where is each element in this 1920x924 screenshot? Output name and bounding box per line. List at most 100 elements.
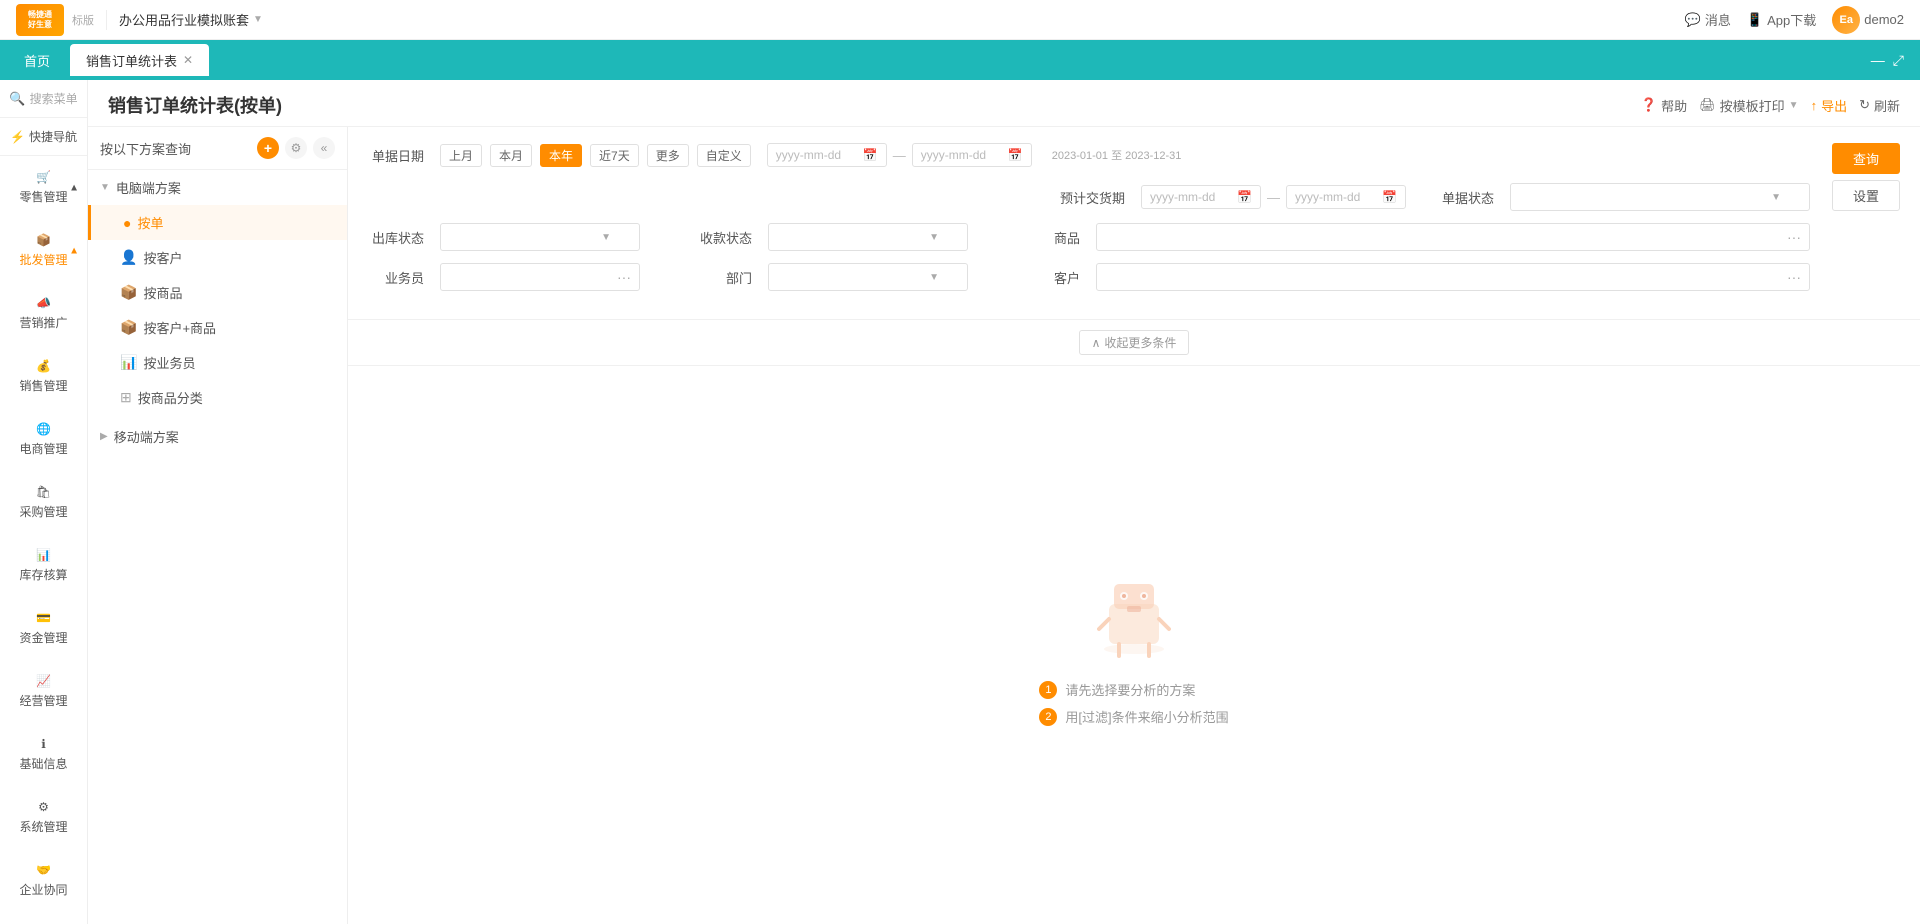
system-icon: ⚙ [38,800,49,814]
scheme-item-by-product-category[interactable]: ⊞ 按商品分类 [88,380,347,415]
tab-maximize-icon[interactable]: ⤢ [1893,52,1904,69]
finance-label: 资金管理 [19,629,67,646]
expected-date-to-input[interactable]: yyyy-mm-dd 📅 [1286,185,1406,209]
payment-status-select[interactable]: ▼ [768,223,968,251]
filter-row-3: 业务员 ··· 部门 ▼ 客户 ··· [368,263,1810,291]
scheme-header-title: 按以下方案查询 [100,139,191,158]
scheme-add-btn[interactable]: + [257,137,279,159]
right-filters-row1: 预计交货期 yyyy-mm-dd 📅 — yyyy-mm-dd 📅 [1055,183,1810,211]
collapse-label: 收起更多条件 [1104,334,1176,351]
date-btn-last-month[interactable]: 上月 [440,144,482,167]
scheme-item-by-order[interactable]: ● 按单 [88,205,347,240]
message-btn[interactable]: 💬 消息 [1685,10,1731,29]
topbar-right: 💬 消息 📱 App下载 Ea demo2 [1685,6,1904,34]
print-btn[interactable]: 🖨 按模板打印 ▼ [1699,96,1798,115]
help-btn[interactable]: ❓ 帮助 [1641,96,1687,115]
salesperson-more-icon: ··· [617,269,631,285]
user-menu[interactable]: Ea demo2 [1832,6,1904,34]
app-download-btn[interactable]: 📱 App下载 [1747,10,1816,29]
scheme-item-by-customer-product[interactable]: 📦 按客户+商品 [88,310,347,345]
scheme-settings-btn[interactable]: ⚙ [285,137,307,159]
calendar-to-icon: 📅 [1008,148,1023,162]
sidebar-item-ecommerce[interactable]: 🌐 电商管理 [0,408,87,471]
sidebar-item-newbie[interactable]: 🌟 新手引导 [0,912,87,924]
message-icon: 💬 [1685,12,1701,28]
export-btn[interactable]: ↑ 导出 [1811,96,1848,115]
scheme-item-by-customer[interactable]: 👤 按客户 [88,240,347,275]
search-icon: 🔍 [9,91,25,107]
query-btn-area: 查询 设置 [1832,143,1900,211]
marketing-icon: 📣 [36,296,51,310]
app-icon: 📱 [1747,12,1763,28]
sidebar-quick-nav[interactable]: ⚡ 快捷导航 [0,118,87,156]
tabbar-actions: — ⤢ [1871,52,1904,69]
scheme-item-by-salesperson[interactable]: 📊 按业务员 [88,345,347,380]
product-more-icon: ··· [1787,229,1801,245]
expected-from-placeholder: yyyy-mm-dd [1150,190,1215,204]
sidebar-item-system[interactable]: ⚙ 系统管理 [0,786,87,849]
sidebar-item-operations[interactable]: 📈 经营管理 [0,660,87,723]
date-btn-custom[interactable]: 自定义 [697,144,751,167]
refresh-btn[interactable]: ↻ 刷新 [1859,96,1900,115]
empty-state: 1 请先选择要分析的方案 2 用[过滤]条件来缩小分析范围 [348,366,1920,924]
shipment-status-select[interactable]: ▼ [440,223,640,251]
date-btn-this-month[interactable]: 本月 [490,144,532,167]
payment-status-label: 收款状态 [696,228,752,247]
product-input[interactable]: ··· [1096,223,1810,251]
purchase-icon: 🛍 [36,485,51,499]
split-layout: 按以下方案查询 + ⚙ « ▼ 电脑端方案 ● 按单 [88,127,1920,924]
date-btn-more[interactable]: 更多 [647,144,689,167]
scheme-item-by-product[interactable]: 📦 按商品 [88,275,347,310]
by-order-icon: ● [123,215,131,231]
sidebar-item-retail[interactable]: 🛒 零售管理 ▲ [0,156,87,219]
date-quick-btns: 上月 本月 本年 近7天 更多 自定义 [440,144,751,167]
tip-2-text: 用[过滤]条件来缩小分析范围 [1065,707,1228,726]
sidebar-item-basic[interactable]: ℹ 基础信息 [0,723,87,786]
scheme-section: ▼ 电脑端方案 ● 按单 👤 按客户 📦 按商品 [88,170,347,454]
tab-sales-order-stats[interactable]: 销售订单统计表 ✕ [70,44,209,76]
customer-input[interactable]: ··· [1096,263,1810,291]
page-actions: ❓ 帮助 🖨 按模板打印 ▼ ↑ 导出 ↻ 刷新 [1641,96,1900,115]
export-label: 导出 [1821,96,1847,115]
tab-home[interactable]: 首页 [8,44,66,76]
sidebar-item-marketing[interactable]: 📣 营销推广 [0,282,87,345]
quick-nav-icon: ⚡ [10,130,25,144]
sales-order-tab-label: 销售订单统计表 [86,51,177,70]
customer-label: 客户 [1024,268,1080,287]
tab-minimize-icon[interactable]: — [1871,52,1885,69]
sidebar-item-purchase[interactable]: 🛍 采购管理 [0,471,87,534]
sidebar-item-wholesale[interactable]: 📦 批发管理 ▲ [0,219,87,282]
salesperson-input[interactable]: ··· [440,263,640,291]
date-btn-last-7-days[interactable]: 近7天 [590,144,639,167]
collapse-more-btn[interactable]: ∧ 收起更多条件 [1079,330,1190,355]
dropdown-company[interactable]: 办公用品行业模拟账套 ▼ [119,10,263,29]
scheme-pc-category[interactable]: ▼ 电脑端方案 [88,170,347,205]
order-status-select[interactable]: ▼ [1510,183,1810,211]
sidebar-item-enterprise[interactable]: 🤝 企业协同 [0,849,87,912]
department-chevron-icon: ▼ [929,272,939,283]
sidebar-search[interactable]: 🔍 搜索菜单 [0,80,87,118]
date-to-input[interactable]: yyyy-mm-dd 📅 [912,143,1032,167]
scheme-collapse-btn[interactable]: « [313,137,335,159]
sidebar-item-finance[interactable]: 💳 资金管理 [0,597,87,660]
date-from-input[interactable]: yyyy-mm-dd 📅 [767,143,887,167]
reset-btn[interactable]: 设置 [1832,180,1900,211]
tab-close-btn[interactable]: ✕ [183,53,193,67]
scheme-header: 按以下方案查询 + ⚙ « [88,127,347,170]
expected-date-from-input[interactable]: yyyy-mm-dd 📅 [1141,185,1261,209]
sidebar-item-inventory[interactable]: 📊 库存核算 [0,534,87,597]
date-btn-this-year[interactable]: 本年 [540,144,582,167]
scheme-panel: 按以下方案查询 + ⚙ « ▼ 电脑端方案 ● 按单 [88,127,348,924]
retail-label: 零售管理 [19,188,67,205]
scheme-mobile-category[interactable]: ▶ 移动端方案 [88,419,347,454]
calendar-from-icon: 📅 [863,148,878,162]
department-select[interactable]: ▼ [768,263,968,291]
sidebar-item-sales[interactable]: 💰 销售管理 [0,345,87,408]
retail-arrow-icon: ▲ [69,182,79,193]
date-separator: — [893,148,906,163]
product-label: 商品 [1024,228,1080,247]
basic-icon: ℹ [41,737,46,751]
avatar: Ea [1832,6,1860,34]
query-btn[interactable]: 查询 [1832,143,1900,174]
calendar-expected-to-icon: 📅 [1382,190,1397,204]
